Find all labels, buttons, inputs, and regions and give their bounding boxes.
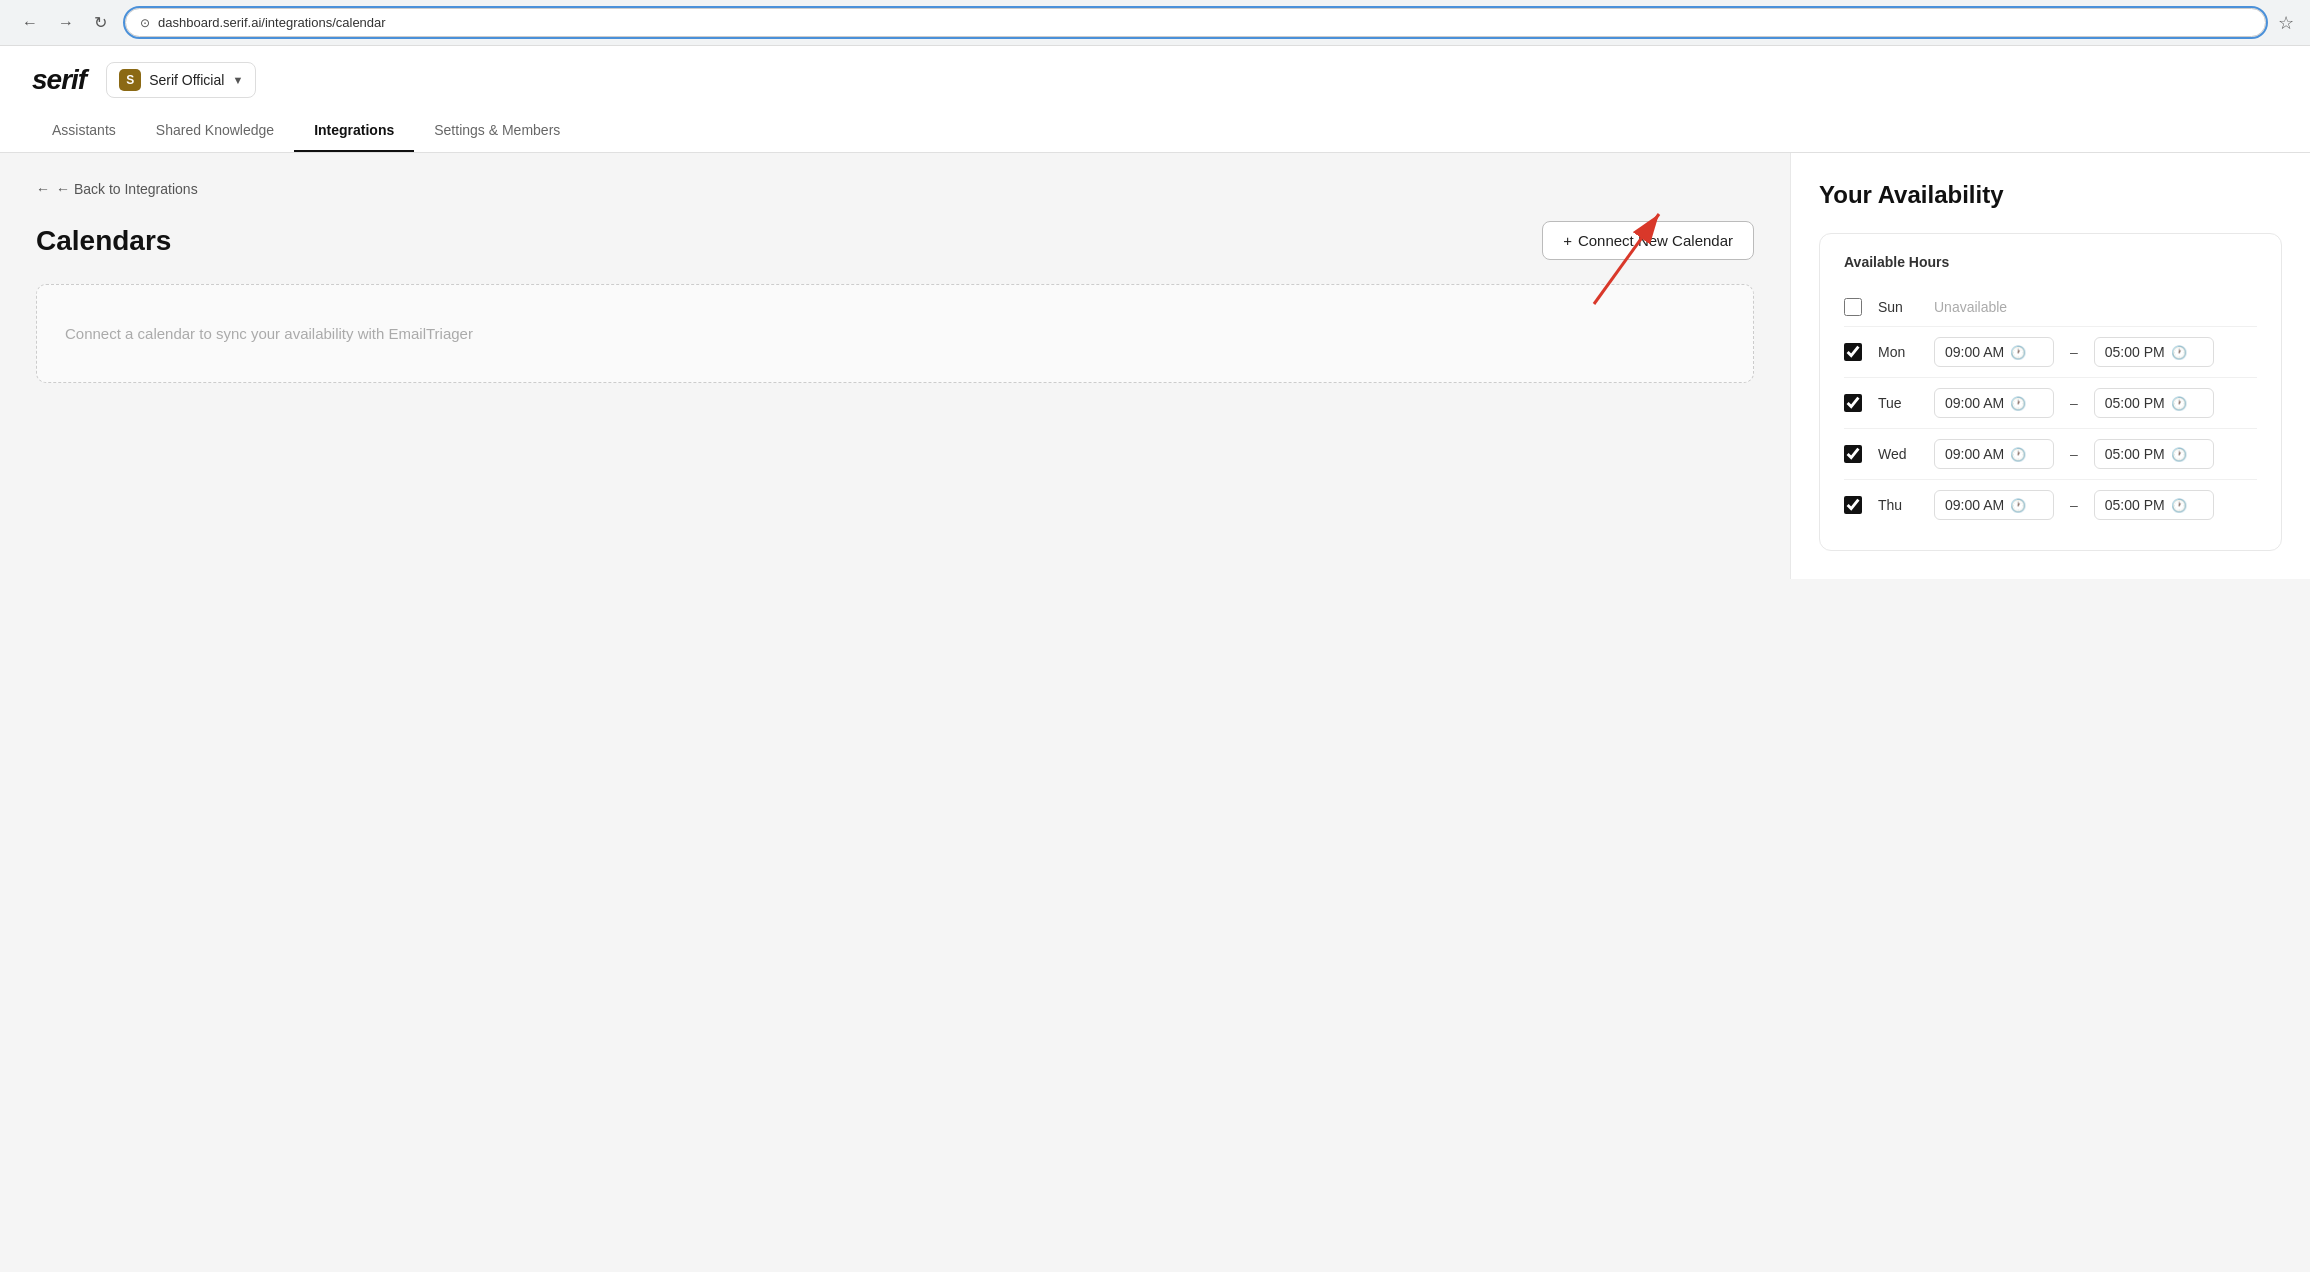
left-panel: ← ← Back to Integrations Calendars + Con…: [0, 153, 1790, 579]
available-hours-label: Available Hours: [1844, 254, 2257, 270]
time-value-tue-start: 09:00 AM: [1945, 395, 2004, 411]
time-value-wed-start: 09:00 AM: [1945, 446, 2004, 462]
refresh-button[interactable]: ↻: [88, 9, 113, 36]
time-separator-wed: –: [2070, 446, 2078, 462]
available-hours-card: Available Hours Sun Unavailable Mon 09:0…: [1819, 233, 2282, 551]
page-content: ← ← Back to Integrations Calendars + Con…: [0, 153, 2310, 579]
address-icon: ⊙: [140, 16, 150, 30]
org-selector[interactable]: S Serif Official ▼: [106, 62, 256, 98]
day-row-tue: Tue 09:00 AM 🕐 – 05:00 PM 🕐: [1844, 378, 2257, 429]
day-label-thu: Thu: [1878, 497, 1918, 513]
plus-icon: +: [1563, 232, 1572, 249]
time-input-mon-start[interactable]: 09:00 AM 🕐: [1934, 337, 2054, 367]
tab-shared-knowledge[interactable]: Shared Knowledge: [136, 110, 294, 152]
time-separator-mon: –: [2070, 344, 2078, 360]
day-label-wed: Wed: [1878, 446, 1918, 462]
empty-calendar-box: Connect a calendar to sync your availabi…: [36, 284, 1754, 383]
address-bar[interactable]: ⊙ dashboard.serif.ai/integrations/calend…: [125, 8, 2266, 37]
tab-integrations[interactable]: Integrations: [294, 110, 414, 152]
org-avatar: S: [119, 69, 141, 91]
url-text: dashboard.serif.ai/integrations/calendar: [158, 15, 386, 30]
back-button[interactable]: ←: [16, 10, 44, 36]
header-top: serif S Serif Official ▼: [32, 46, 2278, 110]
unavailable-text-sun: Unavailable: [1934, 299, 2007, 315]
time-value-thu-start: 09:00 AM: [1945, 497, 2004, 513]
clock-icon-tue-end: 🕐: [2171, 396, 2187, 411]
nav-tabs: Assistants Shared Knowledge Integrations…: [32, 110, 2278, 152]
clock-icon-wed-start: 🕐: [2010, 447, 2026, 462]
app-header: serif S Serif Official ▼ Assistants Shar…: [0, 46, 2310, 153]
day-checkbox-mon[interactable]: [1844, 343, 1862, 361]
day-checkbox-tue[interactable]: [1844, 394, 1862, 412]
back-to-integrations-link[interactable]: ← ← Back to Integrations: [36, 181, 1754, 197]
chevron-down-icon: ▼: [232, 74, 243, 86]
back-arrow-icon: ←: [36, 181, 50, 197]
time-separator-tue: –: [2070, 395, 2078, 411]
back-link-text: ← Back to Integrations: [56, 181, 198, 197]
forward-button[interactable]: →: [52, 10, 80, 36]
clock-icon-thu-end: 🕐: [2171, 498, 2187, 513]
time-input-thu-start[interactable]: 09:00 AM 🕐: [1934, 490, 2054, 520]
day-label-mon: Mon: [1878, 344, 1918, 360]
day-row-thu: Thu 09:00 AM 🕐 – 05:00 PM 🕐: [1844, 480, 2257, 530]
time-value-tue-end: 05:00 PM: [2105, 395, 2165, 411]
time-input-tue-start[interactable]: 09:00 AM 🕐: [1934, 388, 2054, 418]
time-input-tue-end[interactable]: 05:00 PM 🕐: [2094, 388, 2214, 418]
clock-icon-mon-end: 🕐: [2171, 345, 2187, 360]
clock-icon-mon-start: 🕐: [2010, 345, 2026, 360]
clock-icon-wed-end: 🕐: [2171, 447, 2187, 462]
right-panel: Your Availability Available Hours Sun Un…: [1790, 153, 2310, 579]
time-input-wed-end[interactable]: 05:00 PM 🕐: [2094, 439, 2214, 469]
day-row-mon: Mon 09:00 AM 🕐 – 05:00 PM 🕐: [1844, 327, 2257, 378]
day-checkbox-wed[interactable]: [1844, 445, 1862, 463]
time-value-thu-end: 05:00 PM: [2105, 497, 2165, 513]
calendars-header: Calendars + Connect New Calendar: [36, 221, 1754, 260]
app-logo: serif: [32, 64, 86, 96]
nav-buttons: ← → ↻: [16, 9, 113, 36]
day-row-sun: Sun Unavailable: [1844, 288, 2257, 327]
day-label-sun: Sun: [1878, 299, 1918, 315]
connect-new-calendar-button[interactable]: + Connect New Calendar: [1542, 221, 1754, 260]
time-input-thu-end[interactable]: 05:00 PM 🕐: [2094, 490, 2214, 520]
time-input-wed-start[interactable]: 09:00 AM 🕐: [1934, 439, 2054, 469]
day-checkbox-sun[interactable]: [1844, 298, 1862, 316]
calendars-title: Calendars: [36, 225, 171, 257]
tab-settings-members[interactable]: Settings & Members: [414, 110, 580, 152]
tab-assistants[interactable]: Assistants: [32, 110, 136, 152]
org-name: Serif Official: [149, 72, 224, 88]
connect-btn-label: Connect New Calendar: [1578, 232, 1733, 249]
bookmark-button[interactable]: ☆: [2278, 12, 2294, 34]
empty-box-text: Connect a calendar to sync your availabi…: [65, 325, 473, 342]
clock-icon-thu-start: 🕐: [2010, 498, 2026, 513]
time-value-mon-start: 09:00 AM: [1945, 344, 2004, 360]
time-value-mon-end: 05:00 PM: [2105, 344, 2165, 360]
day-label-tue: Tue: [1878, 395, 1918, 411]
day-checkbox-thu[interactable]: [1844, 496, 1862, 514]
time-value-wed-end: 05:00 PM: [2105, 446, 2165, 462]
annotation-wrapper: Connect a calendar to sync your availabi…: [36, 284, 1754, 383]
browser-chrome: ← → ↻ ⊙ dashboard.serif.ai/integrations/…: [0, 0, 2310, 46]
availability-title: Your Availability: [1819, 181, 2282, 209]
time-separator-thu: –: [2070, 497, 2078, 513]
day-row-wed: Wed 09:00 AM 🕐 – 05:00 PM 🕐: [1844, 429, 2257, 480]
clock-icon-tue-start: 🕐: [2010, 396, 2026, 411]
time-input-mon-end[interactable]: 05:00 PM 🕐: [2094, 337, 2214, 367]
